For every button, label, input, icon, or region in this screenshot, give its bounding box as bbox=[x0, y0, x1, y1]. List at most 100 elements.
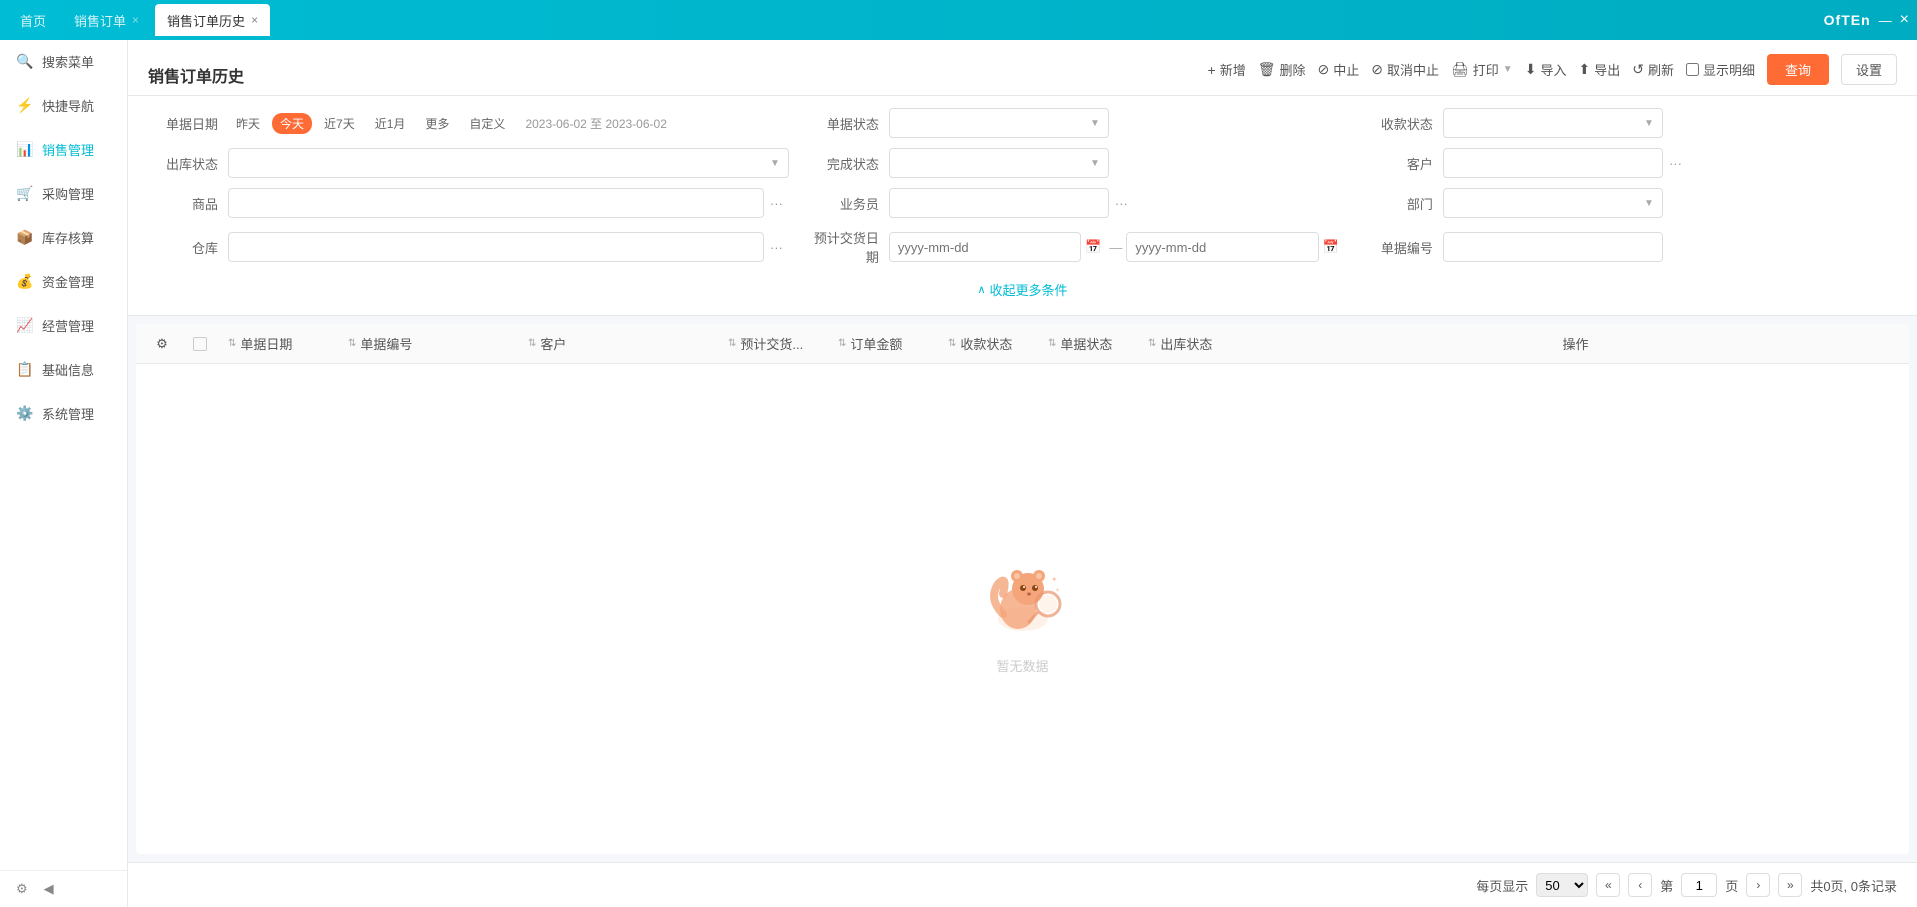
th-checkbox[interactable] bbox=[180, 337, 220, 351]
bill-status-select[interactable]: ▼ bbox=[889, 108, 1109, 138]
empty-text-label: 暂无数据 bbox=[996, 656, 1048, 675]
sidebar-item-quick-nav[interactable]: ⚡ 快捷导航 bbox=[0, 84, 127, 128]
complete-status-select[interactable]: ▼ bbox=[889, 148, 1109, 178]
page-word: 第 bbox=[1660, 876, 1673, 895]
th-setting[interactable]: ⚙ bbox=[144, 336, 180, 352]
sidebar-item-sales-mgmt[interactable]: 📊 销售管理 bbox=[0, 128, 127, 172]
sidebar-item-purchase-mgmt[interactable]: 🛒 采购管理 bbox=[0, 172, 127, 216]
goods-input[interactable] bbox=[228, 188, 764, 218]
last-page-btn[interactable]: » bbox=[1778, 873, 1802, 897]
filter-group-pay-status: 收款状态 ▼ bbox=[1363, 108, 1897, 138]
delivery-start-input[interactable] bbox=[889, 232, 1081, 262]
page-title: 销售订单历史 bbox=[148, 63, 244, 87]
filter-area: 单据日期 昨天 今天 近7天 近1月 更多 自定义 2023-06-02 至 2… bbox=[128, 96, 1917, 316]
page-label: 页 bbox=[1725, 876, 1738, 895]
salesperson-ellipsis[interactable]: ··· bbox=[1109, 196, 1134, 211]
date-tag-today[interactable]: 今天 bbox=[272, 113, 312, 134]
bill-number-input[interactable] bbox=[1443, 232, 1663, 262]
th-bill-status[interactable]: ⇅ 单据状态 bbox=[1040, 334, 1140, 353]
date-tag-1month[interactable]: 近1月 bbox=[367, 113, 414, 134]
goods-ellipsis[interactable]: ··· bbox=[764, 196, 789, 211]
per-page-select[interactable]: 50 10 20 100 bbox=[1536, 873, 1588, 897]
customer-ellipsis[interactable]: ··· bbox=[1663, 156, 1688, 171]
sidebar-item-search-menu[interactable]: 🔍 搜索菜单 bbox=[0, 40, 127, 84]
refresh-icon: ↺ bbox=[1632, 61, 1644, 78]
prev-page-btn[interactable]: ‹ bbox=[1628, 873, 1652, 897]
sidebar-item-basic-info[interactable]: 📋 基础信息 bbox=[0, 348, 127, 392]
operations-icon: 📈 bbox=[16, 317, 34, 335]
display-toggle-label: 显示明细 bbox=[1703, 60, 1755, 79]
calendar-end-icon[interactable]: 📅 bbox=[1323, 239, 1339, 255]
import-button[interactable]: ⬇ 导入 bbox=[1525, 60, 1567, 79]
pay-status-select[interactable]: ▼ bbox=[1443, 108, 1663, 138]
set-button[interactable]: 设置 bbox=[1841, 54, 1897, 85]
sidebar-collapse-icon[interactable]: ◀ bbox=[44, 881, 54, 897]
collapse-up-icon: ∧ bbox=[977, 283, 985, 296]
print-button[interactable]: 🖨 打印 ▼ bbox=[1451, 60, 1513, 79]
sidebar-item-quick-nav-label: 快捷导航 bbox=[42, 96, 94, 115]
th-number-sort-icon: ⇅ bbox=[348, 338, 356, 349]
window-min-icon[interactable]: — bbox=[1879, 13, 1892, 28]
sidebar-item-purchase-mgmt-label: 采购管理 bbox=[42, 184, 94, 203]
header-checkbox[interactable] bbox=[193, 337, 207, 351]
th-out-status[interactable]: ⇅ 出库状态 bbox=[1140, 334, 1250, 353]
new-button[interactable]: + 新增 bbox=[1208, 60, 1246, 79]
delete-button[interactable]: 🗑 删除 bbox=[1258, 60, 1306, 79]
date-tag-yesterday[interactable]: 昨天 bbox=[228, 113, 268, 134]
display-toggle[interactable]: 显示明细 bbox=[1686, 60, 1755, 79]
finance-icon: 💰 bbox=[16, 273, 34, 291]
date-tag-custom[interactable]: 自定义 bbox=[461, 113, 513, 134]
th-date-sort-icon: ⇅ bbox=[228, 338, 236, 349]
tab-sales-order[interactable]: 销售订单 × bbox=[62, 4, 151, 36]
out-status-dropdown-icon: ▼ bbox=[770, 158, 780, 169]
display-toggle-checkbox[interactable] bbox=[1686, 63, 1699, 76]
tab-home[interactable]: 首页 bbox=[8, 4, 58, 36]
bill-number-label: 单据编号 bbox=[1363, 238, 1443, 257]
query-button[interactable]: 查询 bbox=[1767, 54, 1829, 85]
delete-icon: 🗑 bbox=[1258, 61, 1276, 78]
th-number[interactable]: ⇅ 单据编号 bbox=[340, 334, 520, 353]
calendar-start-icon[interactable]: 📅 bbox=[1085, 239, 1101, 255]
th-customer-sort-icon: ⇅ bbox=[528, 338, 536, 349]
sidebar-item-sys-mgmt[interactable]: ⚙️ 系统管理 bbox=[0, 392, 127, 436]
sidebar-item-operations[interactable]: 📈 经营管理 bbox=[0, 304, 127, 348]
sidebar-item-finance[interactable]: 💰 资金管理 bbox=[0, 260, 127, 304]
sidebar-item-operations-label: 经营管理 bbox=[42, 316, 94, 335]
sidebar-settings-icon[interactable]: ⚙ bbox=[16, 881, 28, 897]
th-pay-status[interactable]: ⇅ 收款状态 bbox=[940, 334, 1040, 353]
customer-input[interactable] bbox=[1443, 148, 1663, 178]
window-close-icon[interactable]: × bbox=[1900, 11, 1909, 29]
dept-select[interactable]: ▼ bbox=[1443, 188, 1663, 218]
page-number-input[interactable] bbox=[1681, 873, 1717, 897]
collapse-row[interactable]: ∧ 收起更多条件 bbox=[148, 276, 1897, 303]
warehouse-ellipsis[interactable]: ··· bbox=[764, 240, 789, 255]
date-tag-more[interactable]: 更多 bbox=[417, 113, 457, 134]
cancel-stop-button[interactable]: ⊘ 取消中止 bbox=[1371, 60, 1439, 79]
tab-sales-history-close[interactable]: × bbox=[251, 13, 258, 27]
export-button[interactable]: ⬆ 导出 bbox=[1578, 60, 1620, 79]
filter-row-2: 出库状态 ▼ 完成状态 ▼ 客户 ··· bbox=[148, 148, 1897, 178]
warehouse-input[interactable] bbox=[228, 232, 764, 262]
salesperson-input[interactable] bbox=[889, 188, 1109, 218]
th-date[interactable]: ⇅ 单据日期 bbox=[220, 334, 340, 353]
first-page-btn[interactable]: « bbox=[1596, 873, 1620, 897]
sidebar-item-inventory[interactable]: 📦 库存核算 bbox=[0, 216, 127, 260]
next-page-btn[interactable]: › bbox=[1746, 873, 1770, 897]
delivery-filter-label: 预计交货日期 bbox=[809, 228, 889, 266]
date-tag-7days[interactable]: 近7天 bbox=[316, 113, 363, 134]
th-delivery[interactable]: ⇅ 预计交货... bbox=[720, 334, 830, 353]
sys-mgmt-icon: ⚙️ bbox=[16, 405, 34, 423]
table-section: ⚙ ⇅ 单据日期 ⇅ 单据编号 ⇅ 客户 ⇅ bbox=[136, 324, 1909, 854]
th-customer[interactable]: ⇅ 客户 bbox=[520, 334, 720, 353]
refresh-button[interactable]: ↺ 刷新 bbox=[1632, 60, 1674, 79]
import-label: 导入 bbox=[1540, 60, 1566, 79]
refresh-label: 刷新 bbox=[1648, 60, 1674, 79]
tab-sales-order-close[interactable]: × bbox=[132, 13, 139, 27]
tab-sales-history[interactable]: 销售订单历史 × bbox=[155, 4, 270, 36]
delivery-end-input[interactable] bbox=[1126, 232, 1318, 262]
th-amount-sort-icon: ⇅ bbox=[838, 338, 846, 349]
stop-button[interactable]: ⊘ 中止 bbox=[1318, 60, 1360, 79]
pay-status-dropdown-icon: ▼ bbox=[1644, 118, 1654, 129]
out-status-select[interactable]: ▼ bbox=[228, 148, 789, 178]
th-amount[interactable]: ⇅ 订单金额 bbox=[830, 334, 940, 353]
